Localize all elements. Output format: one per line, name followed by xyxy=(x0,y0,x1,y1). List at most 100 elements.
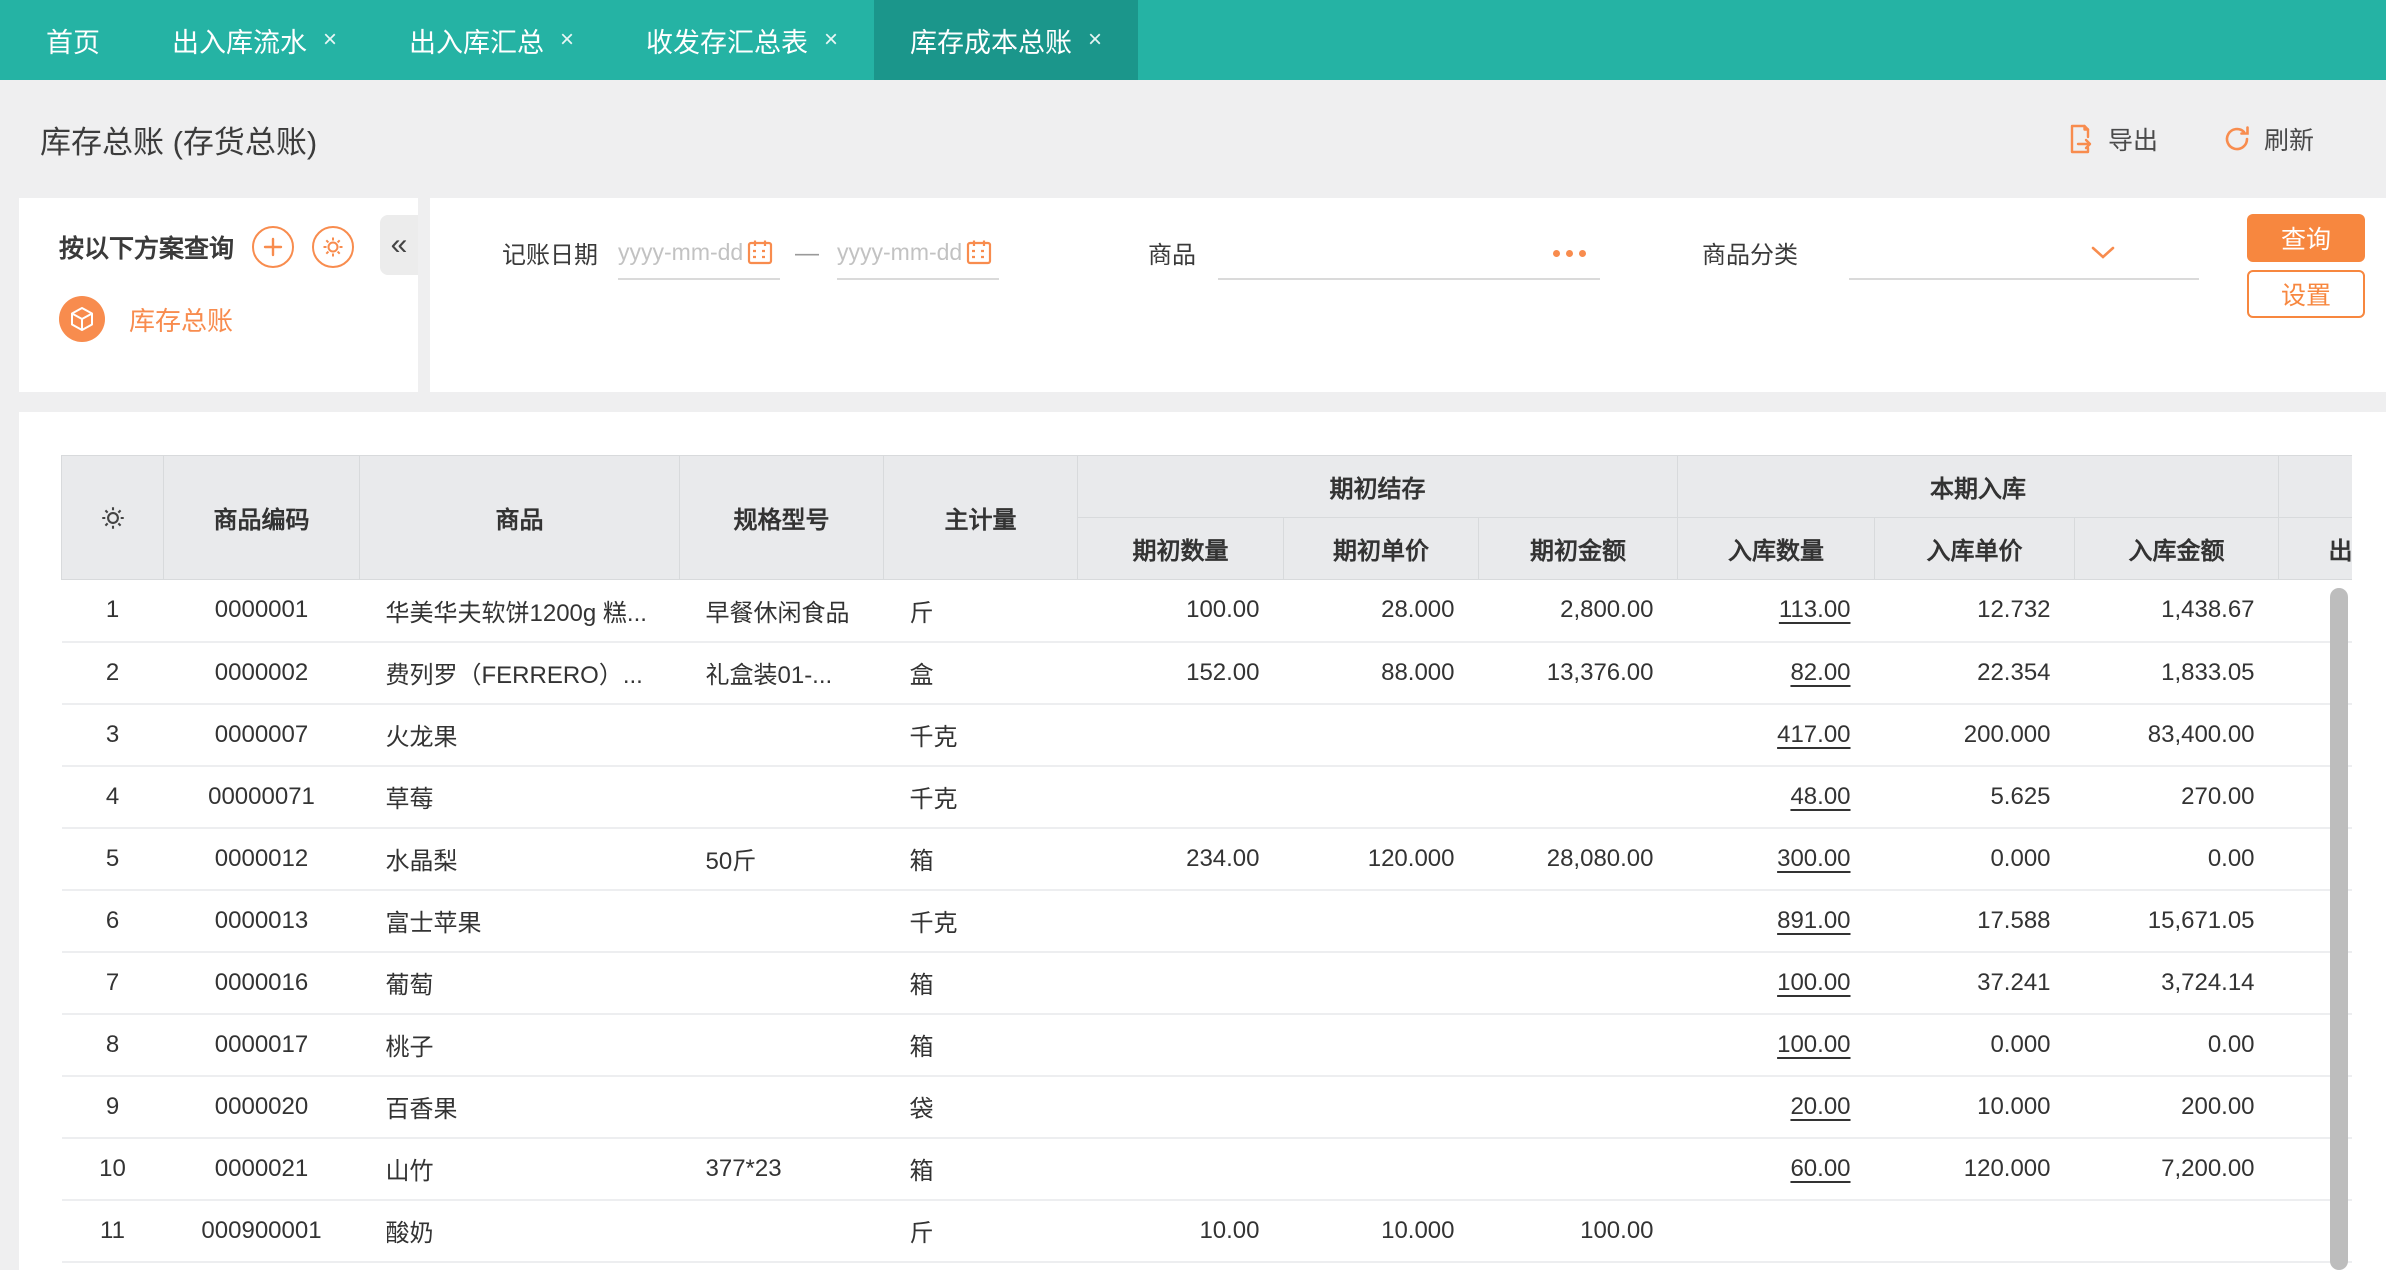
in-qty-link[interactable]: 82.00 xyxy=(1790,659,1850,686)
page-title: 库存总账 (存货总账) xyxy=(40,124,318,160)
date-to-input[interactable]: yyyy-mm-dd xyxy=(837,226,999,280)
tab-0[interactable]: 首页 xyxy=(10,0,136,80)
cell-unit: 千克 xyxy=(883,889,1078,953)
tab-1[interactable]: 出入库流水 × xyxy=(136,0,373,80)
cell-code: 000900001 xyxy=(163,1199,360,1263)
settings-button[interactable]: 设置 xyxy=(2247,270,2365,318)
header-unit[interactable]: 主计量 xyxy=(883,455,1078,580)
column-settings-header[interactable] xyxy=(61,455,164,580)
cell-unit: 箱 xyxy=(883,827,1078,891)
table-row: 4 00000071 草莓 千克 48.00 5.625 270.00 xyxy=(61,765,2352,829)
cell-begin_qty xyxy=(1077,1075,1284,1139)
tab-2[interactable]: 出入库汇总 × xyxy=(373,0,610,80)
header-begin-qty[interactable]: 期初数量 xyxy=(1077,517,1284,580)
in-qty-link[interactable]: 891.00 xyxy=(1777,907,1850,934)
tab-close-icon[interactable]: × xyxy=(323,28,337,52)
tab-3[interactable]: 收发存汇总表 × xyxy=(610,0,874,80)
cell-in_amount: 83,400.00 xyxy=(2074,703,2279,767)
collapse-panel-button[interactable]: « xyxy=(380,215,418,275)
in-qty-link[interactable]: 100.00 xyxy=(1777,969,1850,996)
export-icon xyxy=(2066,124,2096,154)
cell-unit: 箱 xyxy=(883,1137,1078,1201)
tab-label: 收发存汇总表 xyxy=(646,27,809,58)
cell-begin_amount: 13,376.00 xyxy=(1478,641,1678,705)
add-scheme-button[interactable] xyxy=(252,226,295,268)
cell-in_price: 37.241 xyxy=(1874,951,2075,1015)
header-in-amount[interactable]: 入库金额 xyxy=(2074,517,2280,580)
cell-begin_amount: 2,800.00 xyxy=(1478,579,1678,643)
cell-in_qty: 100.00 xyxy=(1677,951,1875,1015)
filter-fields-panel: 记账日期 yyyy-mm-dd — yyyy-mm-dd 商品 商品分类 查询 … xyxy=(430,198,2386,392)
cell-begin_qty: 152.00 xyxy=(1077,641,1284,705)
collapse-icon: « xyxy=(390,228,408,261)
cell-in_qty xyxy=(1677,1199,1875,1263)
header-begin-amount[interactable]: 期初金额 xyxy=(1477,517,1679,580)
ellipsis-icon[interactable] xyxy=(1553,250,1586,257)
scheme-settings-button[interactable] xyxy=(312,226,355,268)
vertical-scrollbar[interactable] xyxy=(2330,588,2348,1270)
cell-unit: 斤 xyxy=(883,579,1078,643)
header-actions: 导出 刷新 xyxy=(2066,121,2314,157)
refresh-label: 刷新 xyxy=(2263,127,2314,155)
cell-begin_qty xyxy=(1077,1013,1284,1077)
tab-close-icon[interactable]: × xyxy=(1088,28,1102,52)
table-row: 1 0000001 华美华夫软饼1200g 糕... 早餐休闲食品斤 100.00 28.… xyxy=(61,579,2352,643)
export-button[interactable]: 导出 xyxy=(2066,121,2158,157)
scheme-item-label: 库存总账 xyxy=(129,305,234,336)
header-name[interactable]: 商品 xyxy=(359,455,680,580)
cell-name: 葡萄 xyxy=(359,951,680,1015)
query-button[interactable]: 查询 xyxy=(2247,214,2365,262)
in-qty-link[interactable]: 20.00 xyxy=(1790,1093,1850,1120)
cell-spec: 50斤 xyxy=(679,827,884,891)
tab-4[interactable]: 库存成本总账 × xyxy=(874,0,1139,80)
date-from-input[interactable]: yyyy-mm-dd xyxy=(618,226,780,280)
table-row: 2 0000002 费列罗（FERRERO）... 礼盒装01-... 盒 152.00 8… xyxy=(61,641,2352,705)
tab-close-icon[interactable]: × xyxy=(824,28,838,52)
cell-code: 0000012 xyxy=(163,827,360,891)
cell-code: 0000016 xyxy=(163,951,360,1015)
cell-spec xyxy=(679,1013,884,1077)
chevron-down-icon[interactable] xyxy=(2087,242,2119,269)
cell-name: 水晶梨 xyxy=(359,827,680,891)
cell-begin_price: 120.000 xyxy=(1283,827,1479,891)
in-qty-link[interactable]: 113.00 xyxy=(1779,596,1851,623)
cell-spec: 377*23 xyxy=(679,1137,884,1201)
tab-label: 首页 xyxy=(46,27,100,58)
cell-name: 山竹 xyxy=(359,1137,680,1201)
header-spec[interactable]: 规格型号 xyxy=(679,455,884,580)
scheme-item-inventory-ledger[interactable]: 库存总账 xyxy=(59,296,233,342)
in-qty-link[interactable]: 417.00 xyxy=(1777,721,1850,748)
tab-close-icon[interactable]: × xyxy=(560,28,574,52)
in-qty-link[interactable]: 100.00 xyxy=(1777,1031,1850,1058)
in-qty-link[interactable]: 300.00 xyxy=(1777,845,1850,872)
calendar-icon xyxy=(963,238,995,271)
cell-code: 0000017 xyxy=(163,1013,360,1077)
tab-label: 出入库汇总 xyxy=(409,27,545,58)
cell-spec xyxy=(679,1199,884,1263)
header-out-qty[interactable]: 出库数量 xyxy=(2278,517,2352,580)
cell-name: 华美华夫软饼1200g 糕... xyxy=(359,579,680,643)
refresh-button[interactable]: 刷新 xyxy=(2222,121,2314,157)
cell-spec xyxy=(679,703,884,767)
cell-in_price: 10.000 xyxy=(1874,1075,2075,1139)
cell-in_qty: 82.00 xyxy=(1677,641,1875,705)
cell-code: 00000071 xyxy=(163,765,360,829)
header-code[interactable]: 商品编码 xyxy=(163,455,360,580)
header-in-price[interactable]: 入库单价 xyxy=(1874,517,2076,580)
cell-code: 0000007 xyxy=(163,703,360,767)
cell-in_price: 22.354 xyxy=(1874,641,2075,705)
product-input[interactable] xyxy=(1218,226,1600,280)
category-select[interactable] xyxy=(1849,226,2199,280)
scheme-panel: 按以下方案查询 « 库存总账 xyxy=(19,198,418,392)
cell-unit: 斤 xyxy=(883,1199,1078,1263)
cell-name: 酸奶 xyxy=(359,1199,680,1263)
header-in-qty[interactable]: 入库数量 xyxy=(1677,517,1876,580)
in-qty-link[interactable]: 60.00 xyxy=(1790,1155,1850,1182)
cell-in_amount: 15,671.05 xyxy=(2074,889,2279,953)
cell-code: 0000001 xyxy=(163,579,360,643)
header-begin-price[interactable]: 期初单价 xyxy=(1283,517,1479,580)
cell-begin_qty xyxy=(1077,1137,1284,1201)
in-qty-link[interactable]: 48.00 xyxy=(1790,783,1850,810)
date-from-placeholder: yyyy-mm-dd xyxy=(618,238,744,265)
cell-name: 火龙果 xyxy=(359,703,680,767)
